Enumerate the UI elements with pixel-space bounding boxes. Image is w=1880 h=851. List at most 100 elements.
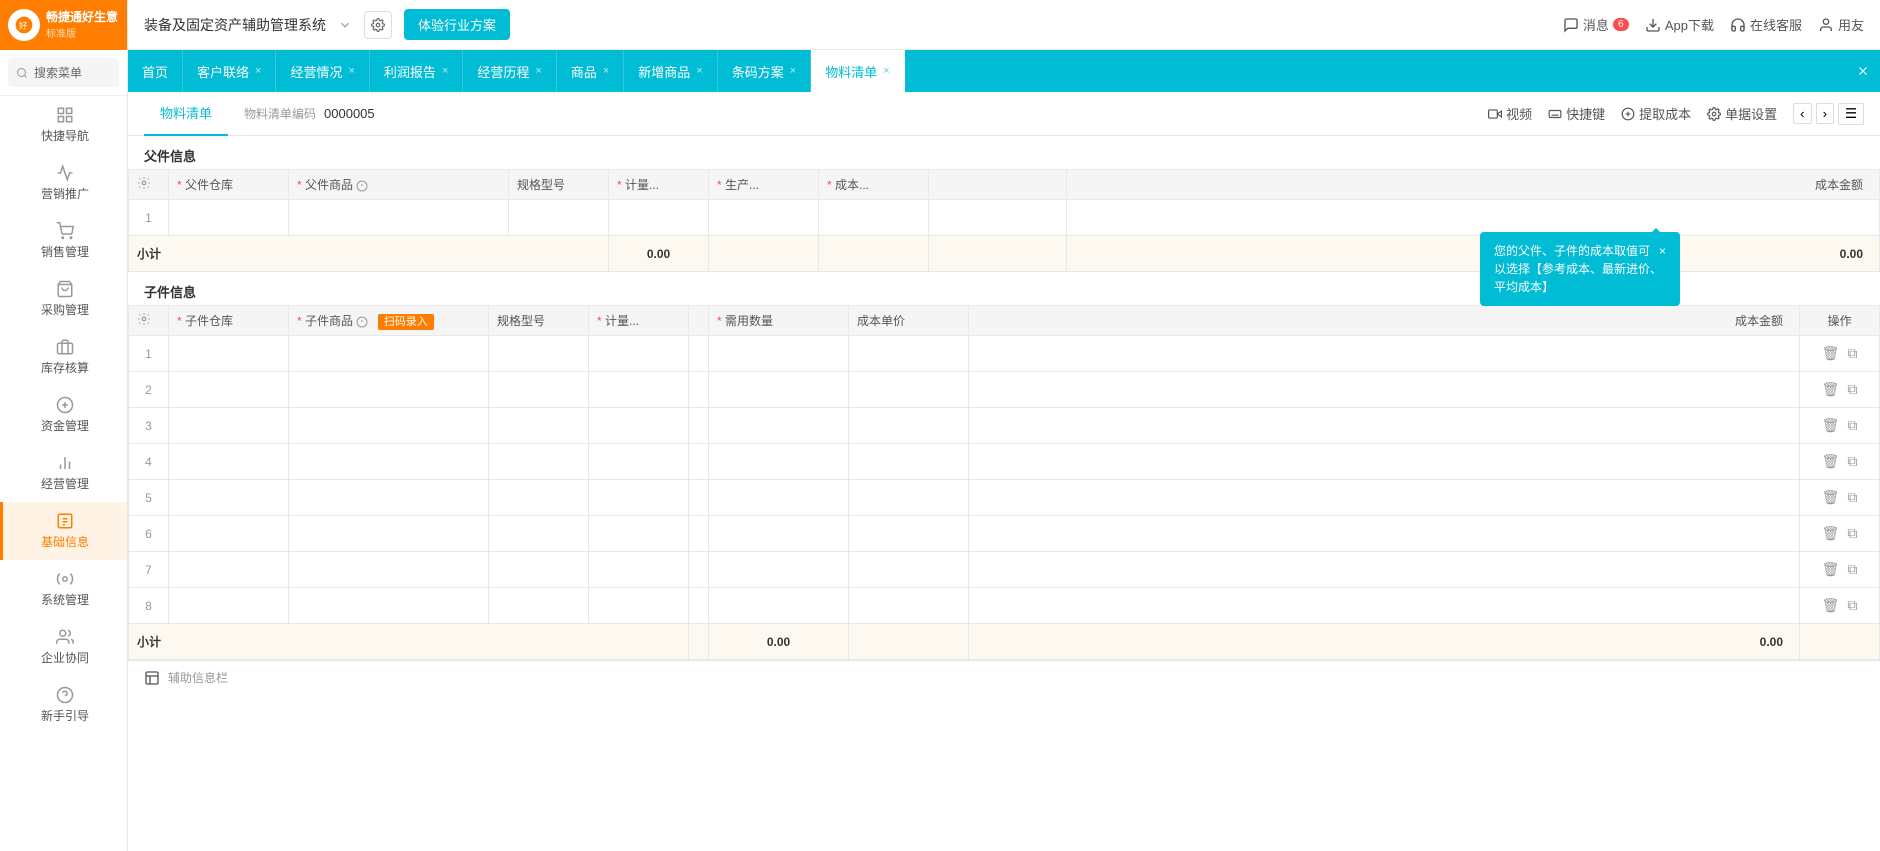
scan-badge[interactable]: 扫码录入: [378, 314, 434, 330]
tab-home[interactable]: 首页: [128, 50, 183, 92]
child-unit-7[interactable]: [589, 552, 689, 588]
child-warehouse-2[interactable]: [169, 372, 289, 408]
gear-button[interactable]: [364, 11, 392, 39]
child-unit-6[interactable]: [589, 516, 689, 552]
parent-product-cell[interactable]: [289, 200, 509, 236]
sidebar-item-quick-nav[interactable]: 快捷导航: [0, 96, 127, 154]
child-product-2[interactable]: [289, 372, 489, 408]
child-product-7[interactable]: [289, 552, 489, 588]
tab-close-icon[interactable]: ×: [603, 65, 609, 77]
child-needed-6[interactable]: [709, 516, 849, 552]
child-spec-6[interactable]: [489, 516, 589, 552]
extract-cost-action[interactable]: 提取成本: [1621, 104, 1691, 123]
child-product-3[interactable]: [289, 408, 489, 444]
child-needed-5[interactable]: [709, 480, 849, 516]
child-spec-8[interactable]: [489, 588, 589, 624]
parent-unit-cell[interactable]: [609, 200, 709, 236]
child-needed-7[interactable]: [709, 552, 849, 588]
copy-icon[interactable]: ⧉: [1847, 525, 1857, 542]
child-product-5[interactable]: [289, 480, 489, 516]
child-product-1[interactable]: [289, 336, 489, 372]
child-needed-2[interactable]: [709, 372, 849, 408]
tab-close-icon[interactable]: ×: [348, 65, 354, 77]
child-unit-8[interactable]: [589, 588, 689, 624]
child-unit-5[interactable]: [589, 480, 689, 516]
sidebar-item-purchase[interactable]: 采购管理: [0, 270, 127, 328]
delete-icon[interactable]: 🗑: [1822, 489, 1840, 506]
tab-products[interactable]: 商品 ×: [557, 50, 624, 92]
tab-close-icon[interactable]: ×: [790, 65, 796, 77]
delete-icon[interactable]: 🗑: [1822, 525, 1840, 542]
child-product-8[interactable]: [289, 588, 489, 624]
list-view-button[interactable]: ☰: [1838, 103, 1864, 125]
child-needed-4[interactable]: [709, 444, 849, 480]
child-warehouse-7[interactable]: [169, 552, 289, 588]
parent-spec-cell[interactable]: [509, 200, 609, 236]
sidebar-item-guide[interactable]: 新手引导: [0, 676, 127, 734]
search-area[interactable]: 搜索菜单: [0, 50, 127, 96]
parent-cost-cell[interactable]: [819, 200, 929, 236]
tab-close-icon[interactable]: ×: [535, 65, 541, 77]
delete-icon[interactable]: 🗑: [1822, 561, 1840, 578]
tab-close-icon[interactable]: ×: [883, 65, 889, 77]
copy-icon[interactable]: ⧉: [1847, 489, 1857, 506]
child-spec-1[interactable]: [489, 336, 589, 372]
online-service-item[interactable]: 在线客服: [1730, 15, 1802, 34]
user-item[interactable]: 用友: [1818, 15, 1864, 34]
sidebar-item-sales[interactable]: 销售管理: [0, 212, 127, 270]
sidebar-item-marketing[interactable]: 营销推广: [0, 154, 127, 212]
delete-icon[interactable]: 🗑: [1822, 345, 1840, 362]
child-product-6[interactable]: [289, 516, 489, 552]
copy-icon[interactable]: ⧉: [1847, 345, 1857, 362]
delete-icon[interactable]: 🗑: [1822, 417, 1840, 434]
child-warehouse-1[interactable]: [169, 336, 289, 372]
child-spec-7[interactable]: [489, 552, 589, 588]
child-warehouse-3[interactable]: [169, 408, 289, 444]
view-action[interactable]: 视频: [1488, 104, 1532, 123]
search-menu-button[interactable]: 搜索菜单: [8, 58, 119, 87]
sidebar-item-system[interactable]: 系统管理: [0, 560, 127, 618]
sub-tab-bom-list[interactable]: 物料清单: [144, 92, 228, 136]
delete-icon[interactable]: 🗑: [1822, 453, 1840, 470]
copy-icon[interactable]: ⧉: [1847, 561, 1857, 578]
child-unit-1[interactable]: [589, 336, 689, 372]
copy-icon[interactable]: ⧉: [1847, 417, 1857, 434]
shortcut-action[interactable]: 快捷键: [1548, 104, 1605, 123]
tab-close-icon[interactable]: ×: [696, 65, 702, 77]
sidebar-item-basic-info[interactable]: 基础信息: [0, 502, 127, 560]
child-needed-8[interactable]: [709, 588, 849, 624]
copy-icon[interactable]: ⧉: [1847, 597, 1857, 614]
delete-icon[interactable]: 🗑: [1822, 381, 1840, 398]
copy-icon[interactable]: ⧉: [1847, 381, 1857, 398]
tab-profit[interactable]: 利润报告 ×: [370, 50, 463, 92]
messages-item[interactable]: 消息 6: [1563, 15, 1629, 34]
tab-barcode[interactable]: 条码方案 ×: [718, 50, 811, 92]
child-spec-5[interactable]: [489, 480, 589, 516]
child-warehouse-5[interactable]: [169, 480, 289, 516]
child-warehouse-6[interactable]: [169, 516, 289, 552]
copy-icon[interactable]: ⧉: [1847, 453, 1857, 470]
tab-close-icon[interactable]: ×: [442, 65, 448, 77]
child-warehouse-4[interactable]: [169, 444, 289, 480]
sidebar-item-finance[interactable]: 资金管理: [0, 386, 127, 444]
child-unit-4[interactable]: [589, 444, 689, 480]
child-warehouse-8[interactable]: [169, 588, 289, 624]
single-settings-action[interactable]: 单据设置: [1707, 104, 1777, 123]
tooltip-close-button[interactable]: ×: [1659, 242, 1666, 260]
sidebar-item-inventory[interactable]: 库存核算: [0, 328, 127, 386]
child-needed-1[interactable]: [709, 336, 849, 372]
next-button[interactable]: ›: [1816, 103, 1834, 124]
prev-button[interactable]: ‹: [1793, 103, 1811, 124]
delete-icon[interactable]: 🗑: [1822, 597, 1840, 614]
sidebar-item-collab[interactable]: 企业协同: [0, 618, 127, 676]
child-spec-2[interactable]: [489, 372, 589, 408]
sidebar-item-operations[interactable]: 经营管理: [0, 444, 127, 502]
close-all-button[interactable]: [1846, 50, 1880, 92]
trial-button[interactable]: 体验行业方案: [404, 9, 510, 40]
child-spec-3[interactable]: [489, 408, 589, 444]
tab-history[interactable]: 经营历程 ×: [463, 50, 556, 92]
parent-produce-cell[interactable]: [709, 200, 819, 236]
child-unit-2[interactable]: [589, 372, 689, 408]
tab-operations[interactable]: 经营情况 ×: [276, 50, 369, 92]
child-needed-3[interactable]: [709, 408, 849, 444]
